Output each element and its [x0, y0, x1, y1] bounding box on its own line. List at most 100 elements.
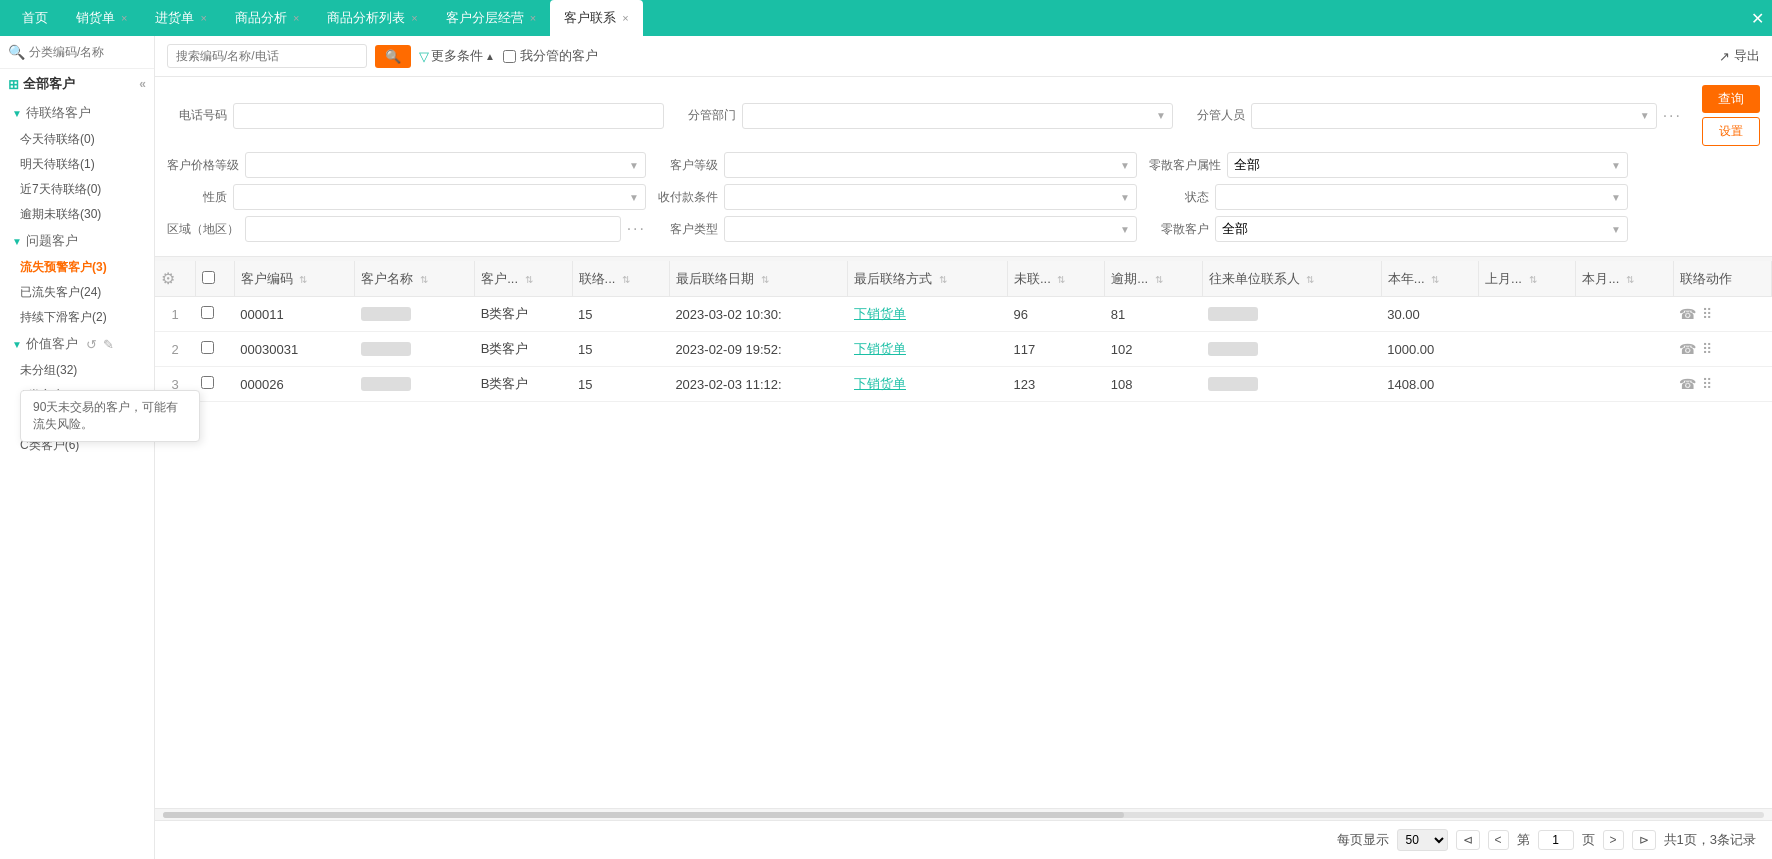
filter-row-4: 区域（地区） ··· 客户类型 ▼ 零散客户 全部 ▼ [167, 216, 1760, 242]
sidebar-item-tomorrow-pending[interactable]: 明天待联络(1) [0, 152, 154, 177]
more-action-icon[interactable]: ⠿ [1702, 306, 1712, 322]
tab-customer-contact[interactable]: 客户联系 × [550, 0, 642, 36]
arrow-down-icon-3: ▼ [12, 339, 22, 350]
more-action-icon[interactable]: ⠿ [1702, 376, 1712, 392]
row-checkbox[interactable] [201, 341, 214, 354]
first-page-button[interactable]: ⊲ [1456, 830, 1480, 850]
last-method-link[interactable]: 下销货单 [854, 376, 906, 391]
col-this-month[interactable]: 本月... ⇅ [1576, 261, 1673, 297]
page-number-input[interactable] [1538, 830, 1574, 850]
row-contact-person-cell [1202, 367, 1381, 402]
col-overdue[interactable]: 逾期... ⇅ [1105, 261, 1202, 297]
query-button[interactable]: 查询 [1702, 85, 1760, 113]
last-page-button[interactable]: ⊳ [1632, 830, 1656, 850]
tab-product-analysis-list[interactable]: 商品分析列表 × [313, 0, 431, 36]
last-method-link[interactable]: 下销货单 [854, 306, 906, 321]
sidebar-item-churned[interactable]: 已流失客户(24) [0, 280, 154, 305]
sidebar-group-problem[interactable]: ▼ 问题客户 [0, 227, 154, 255]
sidebar-group-pending[interactable]: ▼ 待联络客户 [0, 99, 154, 127]
filter-manager-more-button[interactable]: ··· [1663, 107, 1682, 125]
filter-region-select[interactable] [245, 216, 621, 242]
sidebar-item-declining[interactable]: 持续下滑客户(2) [0, 305, 154, 330]
more-conditions-button[interactable]: ▽ 更多条件 ▲ [419, 47, 495, 65]
tab-purchase-order[interactable]: 进货单 × [141, 0, 220, 36]
col-customer-name[interactable]: 客户名称 ⇅ [355, 261, 475, 297]
tab-product-analysis-list-label: 商品分析列表 [327, 9, 405, 27]
col-contact-person[interactable]: 往来单位联系人 ⇅ [1202, 261, 1381, 297]
filter-status-select[interactable]: ▼ [1215, 184, 1628, 210]
filter-region-more-button[interactable]: ··· [627, 220, 646, 238]
col-last-contact-method[interactable]: 最后联络方式 ⇅ [848, 261, 1008, 297]
collapse-icon[interactable]: « [139, 77, 146, 91]
close-customer-contact-icon[interactable]: × [622, 12, 628, 24]
close-product-analysis-icon[interactable]: × [293, 12, 299, 24]
contact-action-icon[interactable]: ☎ [1679, 306, 1696, 322]
filter-manager-select[interactable]: ▼ [1251, 103, 1657, 129]
scrollbar-thumb[interactable] [163, 812, 1124, 818]
row-checkbox[interactable] [201, 306, 214, 319]
tab-customer-tier[interactable]: 客户分层经营 × [432, 0, 550, 36]
table-settings-icon[interactable]: ⚙ [161, 270, 175, 287]
col-unlisted[interactable]: 未联... ⇅ [1007, 261, 1104, 297]
per-page-select[interactable]: 50 100 [1397, 829, 1448, 851]
filter-icon: ▽ [419, 49, 429, 64]
next-page-button[interactable]: > [1603, 830, 1624, 850]
export-icon: ↗ [1719, 49, 1730, 64]
filter-customer-type-select[interactable]: ▼ [724, 216, 1137, 242]
row-checkbox[interactable] [201, 376, 214, 389]
edit-icon[interactable]: ✎ [103, 337, 114, 352]
more-action-icon[interactable]: ⠿ [1702, 341, 1712, 357]
col-customer-code[interactable]: 客户编码 ⇅ [234, 261, 354, 297]
window-close-button[interactable]: ✕ [1751, 9, 1764, 28]
arrow-down-icon: ▼ [12, 108, 22, 119]
col-contact[interactable]: 联络... ⇅ [572, 261, 669, 297]
tooltip-churn-warning: 90天未交易的客户，可能有流失风险。 [20, 390, 155, 442]
filter-sparse-customer-select[interactable]: 全部 ▼ [1215, 216, 1628, 242]
row-last-method-cell: 下销货单 [848, 332, 1008, 367]
close-customer-tier-icon[interactable]: × [530, 12, 536, 24]
prev-page-button[interactable]: < [1488, 830, 1509, 850]
col-last-month[interactable]: 上月... ⇅ [1479, 261, 1576, 297]
tab-sales-order[interactable]: 销货单 × [62, 0, 141, 36]
col-last-contact-date[interactable]: 最后联络日期 ⇅ [669, 261, 848, 297]
sidebar-search-input[interactable] [29, 45, 155, 59]
sidebar-item-churn-warning[interactable]: 流失预警客户(3) [0, 255, 154, 280]
filter-customer-tier-select[interactable]: ▼ [724, 152, 1137, 178]
search-button[interactable]: 🔍 [375, 45, 411, 68]
row-contact-person-cell [1202, 297, 1381, 332]
col-customer-type[interactable]: 客户... ⇅ [475, 261, 572, 297]
filter-sparse-attr-select[interactable]: 全部 ▼ [1227, 152, 1628, 178]
my-customers-checkbox[interactable] [503, 50, 516, 63]
sidebar-item-today-pending[interactable]: 今天待联络(0) [0, 127, 154, 152]
filter-price-tier-select[interactable]: ▼ [245, 152, 646, 178]
filter-dept-select[interactable]: ▼ [742, 103, 1173, 129]
close-product-analysis-list-icon[interactable]: × [411, 12, 417, 24]
page-label: 第 [1517, 831, 1530, 849]
col-year-amount[interactable]: 本年... ⇅ [1381, 261, 1478, 297]
all-customers-header[interactable]: ⊞ 全部客户 « [0, 69, 154, 99]
close-purchase-order-icon[interactable]: × [200, 12, 206, 24]
row-unlisted-cell: 117 [1007, 332, 1104, 367]
sidebar-item-overdue-pending[interactable]: 逾期未联络(30) [0, 202, 154, 227]
filter-payment-label: 收付款条件 [658, 189, 718, 206]
refresh-icon[interactable]: ↺ [86, 337, 97, 352]
filter-payment-select[interactable]: ▼ [724, 184, 1137, 210]
search-input[interactable] [167, 44, 367, 68]
contact-action-icon[interactable]: ☎ [1679, 376, 1696, 392]
sidebar-item-ungrouped[interactable]: 未分组(32) [0, 358, 154, 383]
tab-product-analysis[interactable]: 商品分析 × [221, 0, 313, 36]
filter-phone-input[interactable] [233, 103, 664, 129]
tab-home[interactable]: 首页 [8, 0, 62, 36]
close-sales-order-icon[interactable]: × [121, 12, 127, 24]
select-all-checkbox[interactable] [202, 271, 215, 284]
export-button[interactable]: ↗ 导出 [1719, 47, 1760, 65]
last-method-link[interactable]: 下销货单 [854, 341, 906, 356]
horizontal-scrollbar[interactable] [155, 808, 1772, 820]
contact-action-icon[interactable]: ☎ [1679, 341, 1696, 357]
settings-button[interactable]: 设置 [1702, 117, 1760, 146]
filter-status-label: 状态 [1149, 189, 1209, 206]
sidebar-item-7day-pending[interactable]: 近7天待联络(0) [0, 177, 154, 202]
sidebar-group-value[interactable]: ▼ 价值客户 ↺ ✎ [0, 330, 154, 358]
filter-nature-select[interactable]: ▼ [233, 184, 646, 210]
filter-row-2: 客户价格等级 ▼ 客户等级 ▼ 零散客户属性 全部 ▼ [167, 152, 1760, 178]
